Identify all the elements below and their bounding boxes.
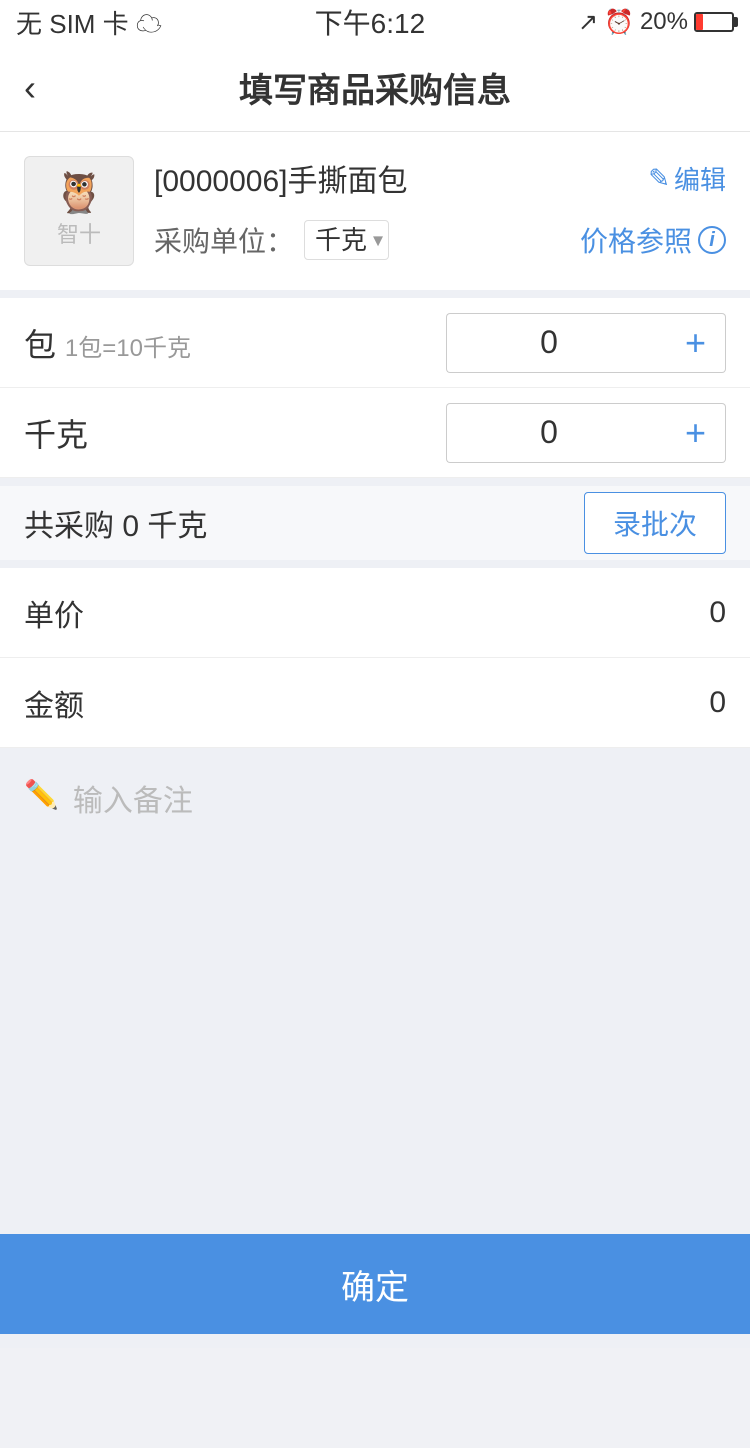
product-card: 🦉 智十 [0000006]手撕面包 ✎ 编辑 采购单位： 千克 包 bbox=[0, 132, 750, 298]
price-ref-button[interactable]: 价格参照 i bbox=[580, 220, 726, 260]
qty-input-wrap-kg: + bbox=[204, 403, 726, 463]
amount-label: 金额 bbox=[24, 681, 84, 725]
qty-input-wrap-bao: + bbox=[204, 313, 726, 373]
product-thumbnail: 🦉 智十 bbox=[24, 156, 134, 266]
qty-plus-kg[interactable]: + bbox=[666, 403, 726, 463]
summary-unit: 千克 bbox=[147, 510, 207, 543]
qty-plus-bao[interactable]: + bbox=[666, 313, 726, 373]
back-button[interactable]: ‹ bbox=[24, 67, 36, 109]
quantity-section: 包 1包=10千克 + 千克 + bbox=[0, 298, 750, 478]
unit-price-value: 0 bbox=[709, 596, 726, 630]
nav-bar: ‹ 填写商品采购信息 bbox=[0, 44, 750, 132]
edit-button[interactable]: ✎ 编辑 bbox=[648, 160, 726, 197]
summary-label: 共采购 bbox=[24, 510, 114, 543]
product-info: [0000006]手撕面包 ✎ 编辑 采购单位： 千克 包 bbox=[154, 156, 726, 260]
qty-input-bao[interactable] bbox=[446, 313, 666, 373]
unit-price-row: 单价 0 bbox=[0, 568, 750, 658]
qty-label-bao: 包 1包=10千克 bbox=[24, 320, 204, 366]
qty-sub-bao: 1包=10千克 bbox=[65, 335, 191, 362]
summary-row: 共采购 0 千克 录批次 bbox=[0, 478, 750, 568]
price-ref-label: 价格参照 bbox=[580, 220, 692, 260]
status-bar: 无 SIM 卡 ☁ 下午6:12 ↗ ⏰ 20% bbox=[0, 0, 750, 44]
product-info-row1: [0000006]手撕面包 ✎ 编辑 bbox=[154, 156, 726, 200]
unit-select-wrap[interactable]: 千克 包 bbox=[304, 220, 389, 260]
product-name: [0000006]手撕面包 bbox=[154, 156, 407, 200]
summary-value: 0 bbox=[122, 510, 147, 543]
unit-label: 采购单位： bbox=[154, 220, 294, 260]
product-thumb-text: 智十 bbox=[57, 217, 101, 249]
unit-select[interactable]: 千克 包 bbox=[304, 220, 389, 260]
battery-percent: 20% bbox=[640, 8, 688, 36]
nav-title: 填写商品采购信息 bbox=[239, 63, 511, 112]
status-left: 无 SIM 卡 ☁ bbox=[16, 4, 162, 41]
qty-unit-bao: 包 bbox=[24, 327, 56, 363]
quantity-row-bao: 包 1包=10千克 + bbox=[0, 298, 750, 388]
battery-icon bbox=[694, 12, 734, 32]
unit-selector-wrap: 采购单位： 千克 包 bbox=[154, 220, 389, 260]
amount-row: 金额 0 bbox=[0, 658, 750, 748]
price-ref-icon: i bbox=[698, 226, 726, 254]
sim-text: 无 SIM 卡 ☁ bbox=[16, 4, 162, 41]
status-time: 下午6:12 bbox=[315, 2, 426, 42]
remark-placeholder: 输入备注 bbox=[73, 776, 193, 820]
product-thumb-icon: 🦉 bbox=[54, 173, 104, 213]
pencil-icon: ✏️ bbox=[24, 778, 59, 811]
status-right: ↗ ⏰ 20% bbox=[578, 8, 734, 37]
qty-label-kg: 千克 bbox=[24, 410, 204, 456]
price-section: 单价 0 金额 0 bbox=[0, 568, 750, 748]
batch-button[interactable]: 录批次 bbox=[584, 492, 726, 554]
edit-icon: ✎ bbox=[648, 163, 670, 194]
qty-input-kg[interactable] bbox=[446, 403, 666, 463]
confirm-button[interactable]: 确定 bbox=[0, 1234, 750, 1334]
unit-price-label: 单价 bbox=[24, 591, 84, 635]
edit-label: 编辑 bbox=[674, 160, 726, 197]
amount-value: 0 bbox=[709, 686, 726, 720]
quantity-row-kg: 千克 + bbox=[0, 388, 750, 478]
summary-text: 共采购 0 千克 bbox=[24, 501, 207, 545]
remark-section[interactable]: ✏️ 输入备注 bbox=[0, 748, 750, 948]
product-info-row2: 采购单位： 千克 包 价格参照 i bbox=[154, 220, 726, 260]
alarm-icon: ⏰ bbox=[604, 8, 634, 37]
location-icon: ↗ bbox=[578, 8, 598, 37]
